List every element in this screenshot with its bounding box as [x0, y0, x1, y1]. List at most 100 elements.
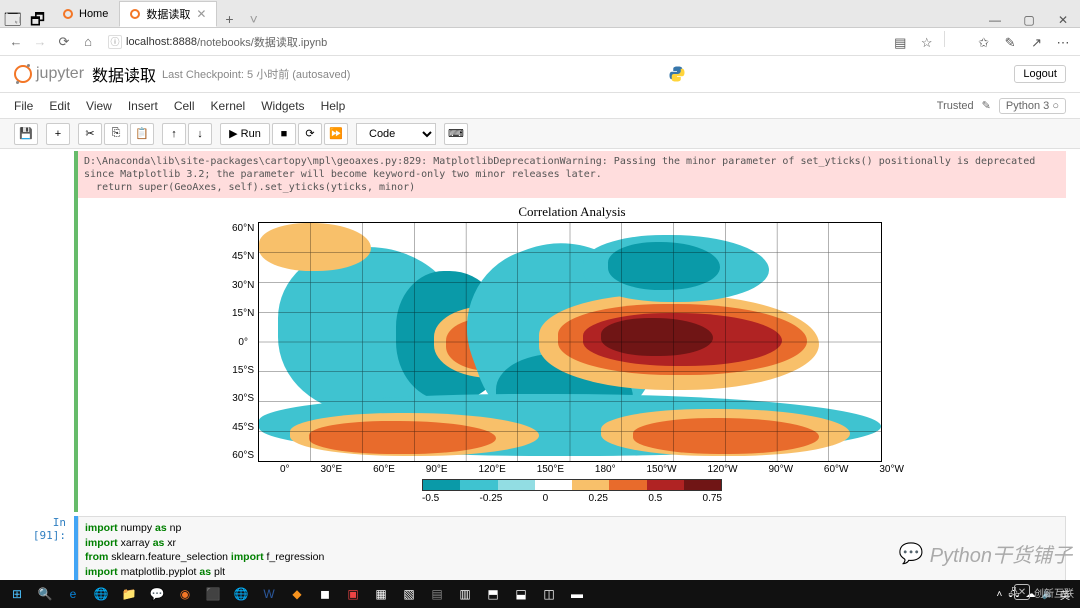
- more-icon[interactable]: ⋯: [1052, 35, 1074, 51]
- app-icon-2: 🗗: [30, 9, 48, 27]
- sep: [944, 31, 966, 47]
- brand-watermark: ✕ 创新互联: [1014, 584, 1074, 600]
- info-icon: ⓘ: [108, 35, 122, 49]
- url-host: localhost: [126, 36, 169, 48]
- menu-edit[interactable]: Edit: [49, 99, 70, 113]
- taskbar-app6[interactable]: ▦: [368, 583, 394, 605]
- taskbar-app9[interactable]: ▥: [452, 583, 478, 605]
- minimize-button[interactable]: —: [978, 13, 1012, 27]
- taskbar-wechat[interactable]: 💬: [144, 583, 170, 605]
- jupyter-icon: [130, 9, 140, 19]
- tray-up-icon[interactable]: ˄: [997, 589, 1003, 600]
- logout-button[interactable]: Logout: [1014, 65, 1066, 83]
- taskbar-app8[interactable]: ▤: [424, 583, 450, 605]
- menu-kernel[interactable]: Kernel: [211, 99, 246, 113]
- tab-label: 数据读取: [146, 6, 190, 22]
- maximize-button[interactable]: ▢: [1012, 13, 1046, 27]
- taskbar-edge[interactable]: e: [60, 583, 86, 605]
- address-bar: ← → ⟳ ⌂ ⓘ localhost:8888/notebooks/数据读取.…: [0, 28, 1080, 56]
- home-button[interactable]: ⌂: [78, 34, 98, 49]
- python-icon: [668, 65, 686, 83]
- prompt: [14, 151, 74, 512]
- browser-tab-strip: 🗔 🗗 Home 数据读取 ✕ + ˅ — ▢ ✕: [0, 0, 1080, 28]
- menu-cell[interactable]: Cell: [174, 99, 195, 113]
- move-up-button[interactable]: ↑: [162, 123, 186, 145]
- tab-label: Home: [79, 8, 108, 20]
- taskbar-app7[interactable]: ▧: [396, 583, 422, 605]
- jupyter-logo-icon: [14, 65, 32, 83]
- checkpoint-text: Last Checkpoint: 5 小时前 (autosaved): [162, 66, 350, 82]
- share-icon[interactable]: ↗: [1026, 35, 1048, 51]
- input-prompt: In [91]:: [14, 516, 74, 581]
- taskbar-app10[interactable]: ⬒: [480, 583, 506, 605]
- celltype-select[interactable]: Code: [356, 123, 436, 145]
- url-port: :8888: [169, 36, 197, 48]
- menu-file[interactable]: File: [14, 99, 33, 113]
- command-palette-button[interactable]: ⌨: [444, 123, 468, 145]
- tab-menu-button[interactable]: ˅: [242, 11, 266, 27]
- forward-button[interactable]: →: [30, 34, 50, 49]
- url-field[interactable]: ⓘ localhost:8888/notebooks/数据读取.ipynb: [108, 34, 879, 50]
- add-cell-button[interactable]: +: [46, 123, 70, 145]
- restart-button[interactable]: ⟳: [298, 123, 322, 145]
- trusted-indicator[interactable]: Trusted: [937, 100, 974, 112]
- taskbar-explorer[interactable]: 📁: [116, 583, 142, 605]
- new-tab-button[interactable]: +: [217, 11, 241, 27]
- restart-run-button[interactable]: ⏩: [324, 123, 348, 145]
- move-down-button[interactable]: ↓: [188, 123, 212, 145]
- taskbar-app[interactable]: ◉: [172, 583, 198, 605]
- taskbar-app4[interactable]: ◼: [312, 583, 338, 605]
- notebook-area: D:\Anaconda\lib\site-packages\cartopy\mp…: [0, 149, 1080, 581]
- taskbar-app12[interactable]: ◫: [536, 583, 562, 605]
- close-icon[interactable]: ✕: [196, 7, 206, 21]
- toolbar: 💾 + ✂ ⎘ 📋 ↑ ↓ ▶ Run ■ ⟳ ⏩ Code ⌨: [0, 119, 1080, 149]
- taskbar-word[interactable]: W: [256, 583, 282, 605]
- home-icon: [63, 9, 73, 19]
- taskbar-app3[interactable]: ◆: [284, 583, 310, 605]
- colorbar: [422, 479, 722, 491]
- notebook-title[interactable]: 数据读取: [92, 62, 156, 86]
- x-axis-labels: 0°30°E60°E90°E120°E150°E180°150°W120°W90…: [232, 462, 904, 475]
- menu-widgets[interactable]: Widgets: [261, 99, 304, 113]
- warning-output: D:\Anaconda\lib\site-packages\cartopy\mp…: [78, 151, 1066, 198]
- taskbar-app5[interactable]: ▣: [340, 583, 366, 605]
- back-button[interactable]: ←: [6, 34, 26, 49]
- menu-bar: File Edit View Insert Cell Kernel Widget…: [0, 93, 1080, 119]
- close-window-button[interactable]: ✕: [1046, 13, 1080, 27]
- menu-help[interactable]: Help: [321, 99, 346, 113]
- map-plot: [258, 222, 882, 462]
- taskbar-chrome[interactable]: 🌐: [228, 583, 254, 605]
- app-icon: 🗔: [4, 9, 22, 27]
- paste-button[interactable]: 📋: [130, 123, 154, 145]
- chart-title: Correlation Analysis: [232, 204, 912, 220]
- taskbar-badge[interactable]: 🌐: [88, 583, 114, 605]
- url-path: /notebooks/数据读取.ipynb: [197, 34, 327, 50]
- save-button[interactable]: 💾: [14, 123, 38, 145]
- colorbar-labels: -0.5-0.2500.250.50.75: [422, 493, 722, 504]
- chart-output: Correlation Analysis 60°N45°N30°N15°N0°1…: [78, 198, 1066, 512]
- copy-button[interactable]: ⎘: [104, 123, 128, 145]
- taskbar-app11[interactable]: ⬓: [508, 583, 534, 605]
- edit-icon[interactable]: ✎: [982, 99, 991, 112]
- stop-button[interactable]: ■: [272, 123, 296, 145]
- y-axis-labels: 60°N45°N30°N15°N0°15°S30°S45°S60°S: [232, 222, 258, 462]
- jupyter-logo[interactable]: jupyter: [14, 65, 84, 83]
- start-button[interactable]: ⊞: [4, 583, 30, 605]
- menu-view[interactable]: View: [86, 99, 112, 113]
- tab-notebook[interactable]: 数据读取 ✕: [119, 1, 217, 27]
- notes-icon[interactable]: ✎: [999, 35, 1021, 51]
- cut-button[interactable]: ✂: [78, 123, 102, 145]
- favorite-icon[interactable]: ☆: [916, 35, 938, 51]
- reload-button[interactable]: ⟳: [54, 34, 74, 50]
- taskbar-app13[interactable]: ▬: [564, 583, 590, 605]
- output-cell: D:\Anaconda\lib\site-packages\cartopy\mp…: [14, 151, 1066, 512]
- reader-icon[interactable]: ▤: [889, 35, 911, 51]
- kernel-indicator[interactable]: Python 3 ○: [999, 98, 1066, 114]
- taskbar-search[interactable]: 🔍: [32, 583, 58, 605]
- menu-insert[interactable]: Insert: [128, 99, 158, 113]
- taskbar-app2[interactable]: ⬛: [200, 583, 226, 605]
- tab-home[interactable]: Home: [52, 1, 119, 27]
- run-button[interactable]: ▶ Run: [220, 123, 270, 145]
- taskbar: ⊞ 🔍 e 🌐 📁 💬 ◉ ⬛ 🌐 W ◆ ◼ ▣ ▦ ▧ ▤ ▥ ⬒ ⬓ ◫ …: [0, 580, 1080, 608]
- favorites-icon[interactable]: ✩: [973, 35, 995, 51]
